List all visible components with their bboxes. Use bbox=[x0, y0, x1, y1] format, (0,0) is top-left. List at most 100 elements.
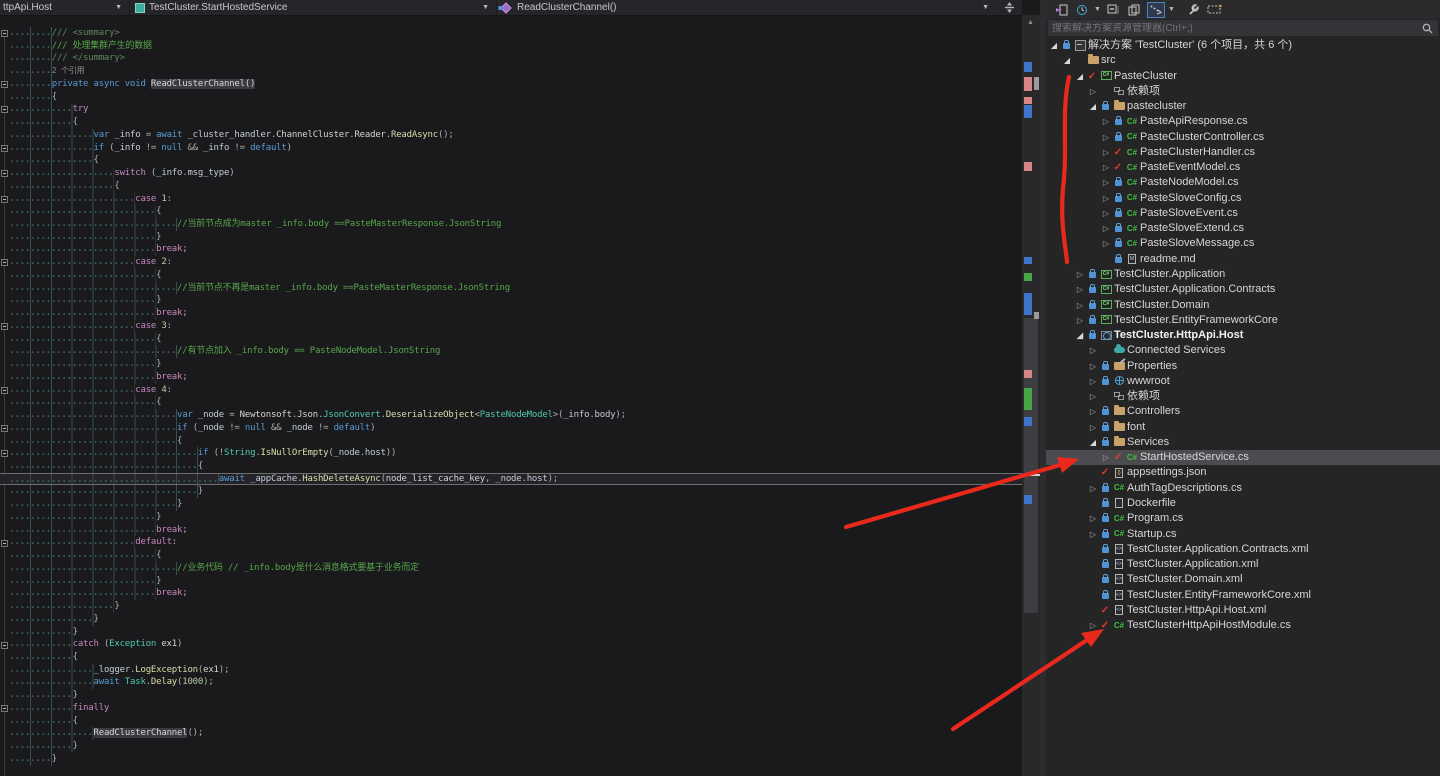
tree-item-testclusterhttpapihostmodule-cs[interactable]: ▷ ✓ C# TestClusterHttpApiHostModule.cs bbox=[1046, 618, 1440, 633]
expander-closed-icon[interactable]: ▷ bbox=[1087, 389, 1099, 404]
code-line[interactable]: } bbox=[0, 740, 1022, 753]
code-line[interactable]: { bbox=[0, 205, 1022, 219]
properties-button[interactable] bbox=[1185, 2, 1203, 18]
expander-closed-icon[interactable]: ▷ bbox=[1100, 160, 1112, 175]
fold-collapse-box[interactable] bbox=[1, 195, 8, 203]
expander-closed-icon[interactable]: ▷ bbox=[1100, 114, 1112, 129]
expander-closed-icon[interactable]: ▷ bbox=[1087, 481, 1099, 496]
tree-item-program-cs[interactable]: ▷ C# Program.cs bbox=[1046, 511, 1440, 526]
code-line[interactable]: var _node = Newtonsoft.Json.JsonConvert.… bbox=[0, 409, 1022, 422]
expander-open-icon[interactable]: ◢ bbox=[1087, 435, 1099, 450]
tree-item-testcluster-entityframeworkcore[interactable]: ▷ C# TestCluster.EntityFrameworkCore bbox=[1046, 313, 1440, 328]
tree-item--[interactable]: ▷ 依赖项 bbox=[1046, 389, 1440, 404]
expander-closed-icon[interactable]: ▷ bbox=[1100, 145, 1112, 160]
show-all-files-button[interactable] bbox=[1206, 2, 1224, 18]
tree-item-pasteslovemessage-cs[interactable]: ▷ C# PasteSloveMessage.cs bbox=[1046, 236, 1440, 251]
tree-item-pastenodemodel-cs[interactable]: ▷ C# PasteNodeModel.cs bbox=[1046, 175, 1440, 190]
code-line[interactable]: { bbox=[0, 434, 1022, 448]
code-line[interactable]: } bbox=[0, 752, 1022, 766]
expander-open-icon[interactable]: ◢ bbox=[1061, 53, 1073, 68]
tree-item-src[interactable]: ◢ src bbox=[1046, 53, 1440, 68]
code-line[interactable]: var _info = await _cluster_handler.Chann… bbox=[0, 128, 1022, 142]
code-line[interactable]: { bbox=[0, 154, 1022, 168]
code-line[interactable]: case 3: bbox=[0, 319, 1022, 333]
tree-item-pasteclustercontroller-cs[interactable]: ▷ C# PasteClusterController.cs bbox=[1046, 130, 1440, 145]
tree-item-testcluster-entityframeworkcore-xml[interactable]: <> TestCluster.EntityFrameworkCore.xml bbox=[1046, 588, 1440, 603]
expander-closed-icon[interactable]: ▷ bbox=[1100, 221, 1112, 236]
expander-closed-icon[interactable]: ▷ bbox=[1100, 236, 1112, 251]
tree-item-pasteapiresponse-cs[interactable]: ▷ C# PasteApiResponse.cs bbox=[1046, 114, 1440, 129]
code-line[interactable]: { bbox=[0, 90, 1022, 104]
code-line[interactable]: 2 个引用 bbox=[0, 65, 1022, 78]
code-line[interactable]: _logger.LogException(ex1); bbox=[0, 663, 1022, 677]
tree-item-appsettings-json[interactable]: ✓ {} appsettings.json bbox=[1046, 465, 1440, 480]
fold-collapse-box[interactable] bbox=[1, 323, 8, 331]
tree-item-testcluster-application[interactable]: ▷ C# TestCluster.Application bbox=[1046, 267, 1440, 282]
expander-closed-icon[interactable]: ▷ bbox=[1100, 191, 1112, 206]
code-line[interactable]: case 4: bbox=[0, 383, 1022, 397]
tree-item-testcluster-httpapi-host[interactable]: ◢ TestCluster.HttpApi.Host bbox=[1046, 328, 1440, 343]
expander-closed-icon[interactable]: ▷ bbox=[1074, 282, 1086, 297]
scrollbar-thumb[interactable] bbox=[1024, 318, 1038, 613]
code-line[interactable]: } bbox=[0, 230, 1022, 244]
tree-item-pastecluster[interactable]: ◢ ✓ C# PasteCluster bbox=[1046, 69, 1440, 84]
code-area[interactable]: /// <summary> /// 处理集群产生的数据 /// </summary>… bbox=[0, 15, 1022, 776]
code-line[interactable]: } bbox=[0, 574, 1022, 588]
tree-item-pastecluster[interactable]: ◢ pastecluster bbox=[1046, 99, 1440, 114]
expander-closed-icon[interactable]: ▷ bbox=[1087, 420, 1099, 435]
code-line[interactable]: { bbox=[0, 714, 1022, 728]
code-line[interactable]: case 2: bbox=[0, 256, 1022, 269]
expander-closed-icon[interactable]: ▷ bbox=[1087, 404, 1099, 419]
project-dropdown[interactable]: ttpApi.Host ▼ bbox=[0, 0, 130, 15]
tree-item-testcluster-application-contracts[interactable]: ▷ C# TestCluster.Application.Contracts bbox=[1046, 282, 1440, 297]
tree-item-services[interactable]: ◢ Services bbox=[1046, 435, 1440, 450]
tree-item-controllers[interactable]: ▷ Controllers bbox=[1046, 404, 1440, 419]
tree-item-testcluster-domain[interactable]: ▷ C# TestCluster.Domain bbox=[1046, 298, 1440, 313]
scrollbar-up-arrow-icon[interactable]: ▲ bbox=[1027, 19, 1034, 26]
tree-item-connected-services[interactable]: ▷ Connected Services bbox=[1046, 343, 1440, 358]
tree-item-testcluster-httpapi-host-xml[interactable]: ✓ <> TestCluster.HttpApi.Host.xml bbox=[1046, 603, 1440, 618]
code-line[interactable]: private async void ReadClusterChannel() bbox=[0, 77, 1022, 91]
tree-item-wwwroot[interactable]: ▷ wwwroot bbox=[1046, 374, 1440, 389]
tree-item--[interactable]: ▷ 依赖项 bbox=[1046, 84, 1440, 99]
fold-collapse-box[interactable] bbox=[1, 386, 8, 394]
expander-open-icon[interactable]: ◢ bbox=[1074, 69, 1086, 84]
tree-item-font[interactable]: ▷ font bbox=[1046, 420, 1440, 435]
code-line[interactable]: //当前节点不再是master _info.body ==PasteMaster… bbox=[0, 281, 1022, 295]
code-line[interactable]: //当前节点成为master _info.body ==PasteMasterR… bbox=[0, 218, 1022, 231]
code-line[interactable]: case 1: bbox=[0, 192, 1022, 206]
code-line[interactable]: default: bbox=[0, 536, 1022, 550]
expander-closed-icon[interactable]: ▷ bbox=[1087, 359, 1099, 374]
tree-item--testcluster-6-6-[interactable]: ◢ 解决方案 'TestCluster' (6 个项目，共 6 个) bbox=[1046, 38, 1440, 53]
code-line[interactable]: if (!String.IsNullOrEmpty(_node.host)) bbox=[0, 447, 1022, 460]
tree-item-testcluster-application-xml[interactable]: <> TestCluster.Application.xml bbox=[1046, 557, 1440, 572]
code-line[interactable]: { bbox=[0, 549, 1022, 562]
fold-collapse-box[interactable] bbox=[1, 424, 8, 432]
expander-closed-icon[interactable]: ▷ bbox=[1100, 206, 1112, 221]
expander-open-icon[interactable]: ◢ bbox=[1074, 328, 1086, 343]
member-dropdown[interactable]: ReadClusterChannel() ▼ bbox=[497, 0, 996, 15]
expander-closed-icon[interactable]: ▷ bbox=[1100, 130, 1112, 145]
code-editor-pane[interactable]: ttpApi.Host ▼ TestCluster.StartHostedSer… bbox=[0, 0, 1022, 776]
fold-collapse-box[interactable] bbox=[1, 106, 8, 114]
code-line[interactable]: { bbox=[0, 116, 1022, 129]
code-line[interactable]: if (_info != null && _info != default) bbox=[0, 141, 1022, 155]
code-line[interactable]: //有节点加入 _info.body == PasteNodeModel.Jso… bbox=[0, 345, 1022, 359]
code-line[interactable]: } bbox=[0, 294, 1022, 308]
expander-open-icon[interactable]: ◢ bbox=[1087, 99, 1099, 114]
code-line[interactable]: if (_node != null && _node != default) bbox=[0, 421, 1022, 435]
fold-collapse-box[interactable] bbox=[1, 30, 8, 37]
code-line[interactable]: break; bbox=[0, 587, 1022, 601]
code-line[interactable]: } bbox=[0, 625, 1022, 639]
code-line[interactable]: } bbox=[0, 689, 1022, 702]
code-line[interactable]: { bbox=[0, 332, 1022, 346]
fold-collapse-box[interactable] bbox=[1, 450, 8, 458]
search-icon[interactable] bbox=[1422, 23, 1433, 34]
expander-closed-icon[interactable]: ▷ bbox=[1074, 313, 1086, 328]
split-editor-button[interactable] bbox=[996, 2, 1022, 13]
code-line[interactable]: break; bbox=[0, 243, 1022, 257]
expander-closed-icon[interactable]: ▷ bbox=[1087, 343, 1099, 358]
code-line[interactable]: { bbox=[0, 459, 1022, 473]
code-line[interactable]: break; bbox=[0, 523, 1022, 537]
code-line[interactable]: ReadClusterChannel(); bbox=[0, 727, 1022, 741]
